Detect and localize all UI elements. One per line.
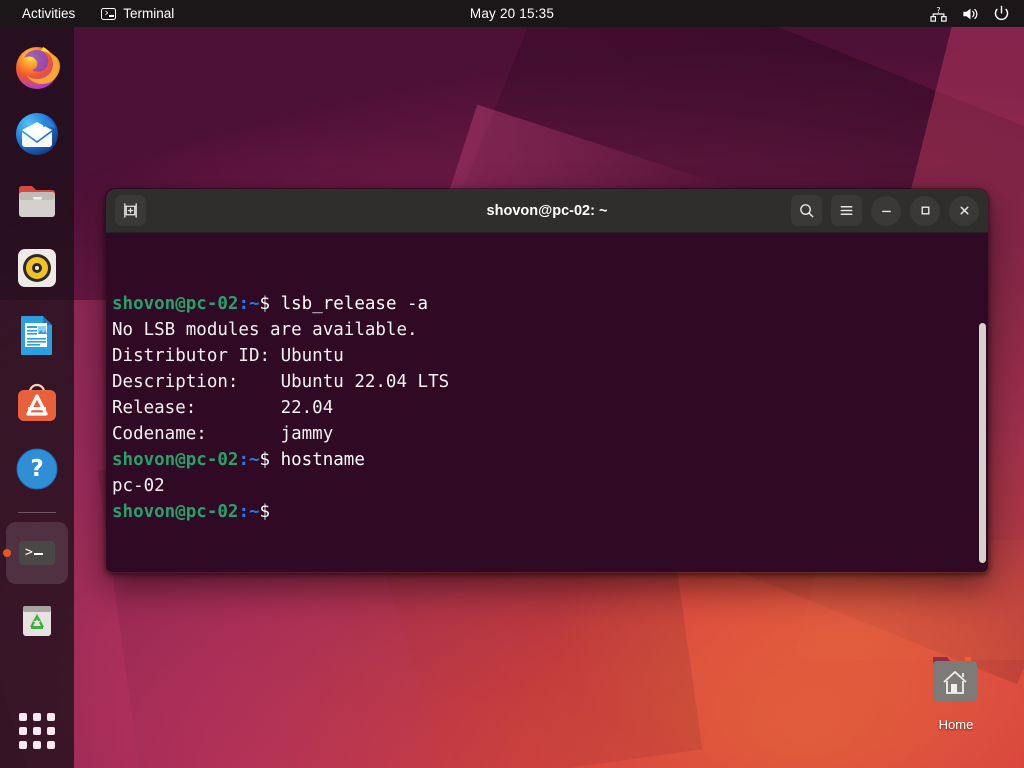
terminal-lines: shovon@pc-02:~$ lsb_release -a No LSB mod…	[112, 291, 978, 525]
prompt-symbol: $ hostname	[259, 450, 365, 470]
minimize-icon	[881, 210, 891, 213]
desktop: Activities Terminal May 20 15:35 ?	[0, 0, 1024, 768]
app-menu-button[interactable]: Terminal	[95, 3, 180, 24]
close-button[interactable]	[949, 195, 979, 226]
terminal-output-line: pc-02	[112, 473, 978, 499]
terminal-output-line: Description: Ubuntu 22.04 LTS	[112, 369, 978, 395]
dock-item-trash[interactable]	[6, 589, 68, 651]
network-unknown-icon: ?	[930, 6, 947, 22]
dock-item-files[interactable]	[6, 170, 68, 232]
terminal-output-line: No LSB modules are available.	[112, 317, 978, 343]
apps-grid-dot	[47, 741, 55, 749]
prompt-user-host: shovon@pc-02	[112, 502, 239, 522]
app-menu-label: Terminal	[123, 6, 175, 21]
dock-item-ubuntu-software[interactable]	[6, 371, 68, 433]
activities-label: Activities	[22, 6, 76, 21]
terminal-output-text: Codename: jammy	[112, 424, 334, 444]
terminal-output-text: Description: Ubuntu 22.04 LTS	[112, 372, 450, 392]
files-icon	[19, 186, 55, 217]
new-tab-button[interactable]	[115, 195, 146, 226]
apps-grid-dot	[33, 713, 41, 721]
terminal-output-line: Distributor ID: Ubuntu	[112, 343, 978, 369]
terminal-output-text: pc-02	[112, 476, 165, 496]
hamburger-menu-icon	[840, 205, 853, 216]
maximize-icon	[921, 206, 929, 215]
dock-item-firefox[interactable]	[6, 36, 68, 98]
new-tab-icon	[124, 203, 137, 218]
terminal-output-text: Distributor ID: Ubuntu	[112, 346, 344, 366]
prompt-symbol: $	[259, 502, 271, 522]
activities-button[interactable]: Activities	[16, 3, 81, 24]
search-icon	[800, 204, 814, 218]
apps-grid-dot	[33, 741, 41, 749]
top-bar: Activities Terminal May 20 15:35 ?	[0, 0, 1024, 27]
terminal-output-text: No LSB modules are available.	[112, 320, 418, 340]
prompt-path: :~	[238, 502, 260, 522]
terminal-prompt-line: shovon@pc-02:~$ hostname	[112, 447, 978, 473]
terminal-output-text: Release: 22.04	[112, 398, 334, 418]
apps-grid-dot	[19, 713, 27, 721]
menu-button[interactable]	[831, 195, 862, 226]
prompt-symbol: $ lsb_release -a	[259, 294, 429, 314]
terminal-icon	[101, 6, 117, 20]
dock-items: ? >	[6, 27, 68, 656]
apps-grid-dot	[47, 713, 55, 721]
top-bar-left: Activities Terminal	[0, 3, 180, 24]
dock-item-libreoffice-writer[interactable]	[6, 304, 68, 366]
terminal-titlebar[interactable]: shovon@pc-02: ~	[106, 189, 988, 233]
svg-text:?: ?	[936, 6, 940, 15]
home-folder-icon	[933, 657, 977, 701]
power-icon	[994, 5, 1009, 21]
rhythmbox-icon	[18, 249, 56, 287]
libreoffice-writer-icon	[21, 316, 52, 355]
show-applications-button[interactable]	[14, 708, 60, 754]
volume-icon	[963, 8, 978, 19]
dock: ? >	[0, 27, 74, 768]
trash-icon	[23, 606, 51, 636]
minimize-button[interactable]	[871, 195, 901, 226]
close-icon	[959, 206, 969, 215]
terminal-window-controls	[791, 195, 979, 226]
terminal-icon: >	[19, 541, 55, 565]
apps-grid-dot	[47, 727, 55, 735]
terminal-prompt-line: shovon@pc-02:~$ lsb_release -a	[112, 291, 978, 317]
apps-grid-dot	[19, 727, 27, 735]
svg-text:>: >	[25, 545, 33, 560]
desktop-icon-label: Home	[938, 717, 974, 732]
dock-item-thunderbird[interactable]	[6, 103, 68, 165]
firefox-icon	[16, 47, 60, 89]
dock-separator	[18, 512, 56, 513]
maximize-button[interactable]	[910, 195, 940, 226]
system-indicators[interactable]: ?	[930, 5, 1024, 22]
terminal-prompt-line: shovon@pc-02:~$	[112, 499, 978, 525]
help-icon: ?	[16, 448, 58, 490]
terminal-output-line: Release: 22.04	[112, 395, 978, 421]
prompt-user-host: shovon@pc-02	[112, 450, 239, 470]
dock-item-terminal[interactable]: >	[6, 522, 68, 584]
terminal-output-line: Codename: jammy	[112, 421, 978, 447]
prompt-path: :~	[238, 450, 260, 470]
prompt-path: :~	[238, 294, 260, 314]
search-button[interactable]	[791, 195, 822, 226]
ubuntu-software-icon	[18, 383, 56, 421]
prompt-user-host: shovon@pc-02	[112, 294, 239, 314]
apps-grid-dot	[19, 741, 27, 749]
desktop-icon-home[interactable]: Home	[912, 652, 1000, 732]
terminal-scrollbar[interactable]	[979, 323, 986, 563]
apps-grid-dot	[33, 727, 41, 735]
dock-item-help[interactable]: ?	[6, 438, 68, 500]
terminal-window[interactable]: shovon@pc-02: ~ shovon@pc-02:~$ lsb_rele…	[105, 188, 989, 573]
dock-item-rhythmbox[interactable]	[6, 237, 68, 299]
svg-text:?: ?	[30, 456, 43, 482]
terminal-output-area[interactable]: shovon@pc-02:~$ lsb_release -a No LSB mod…	[106, 233, 988, 572]
thunderbird-icon	[16, 113, 58, 155]
